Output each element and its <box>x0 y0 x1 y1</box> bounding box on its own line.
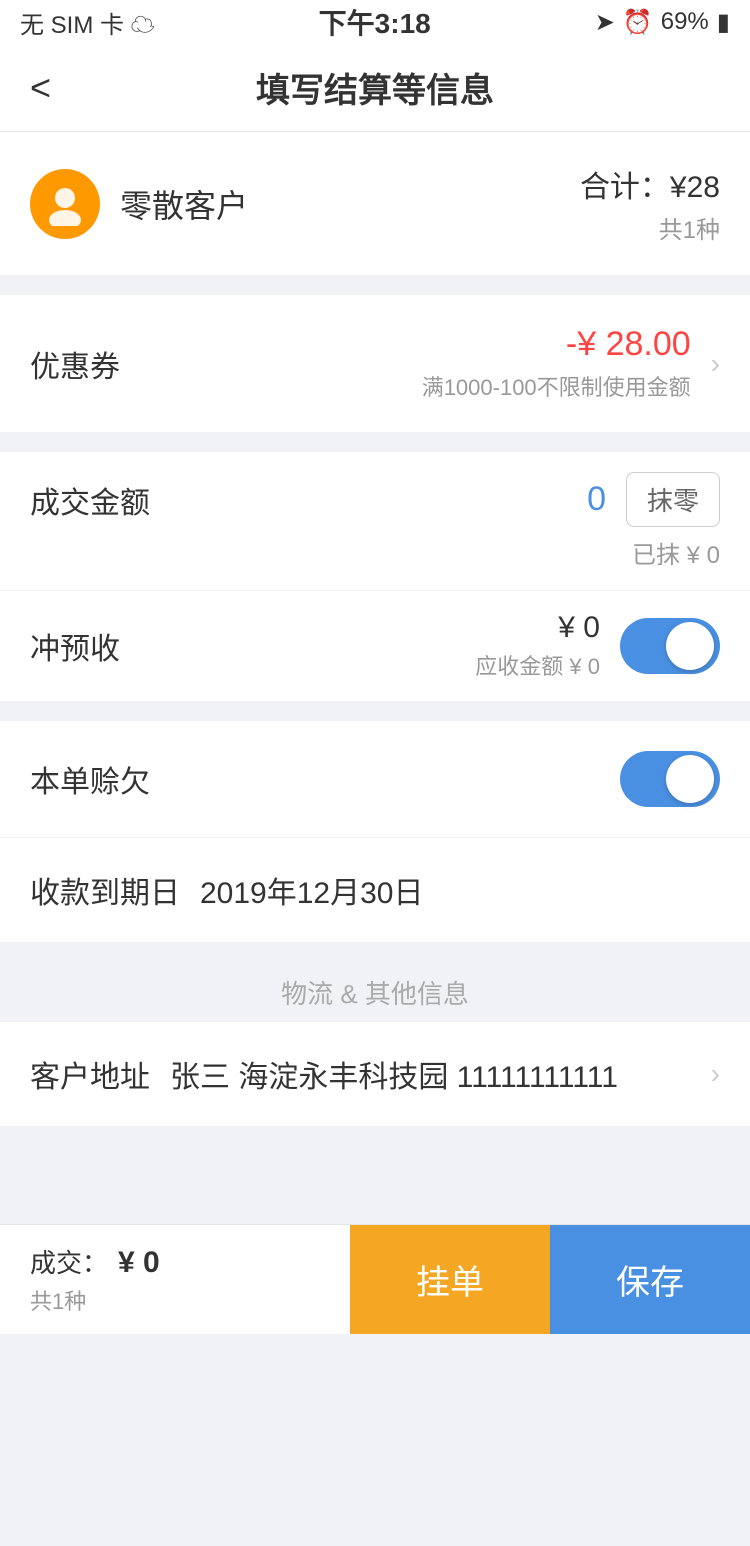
coupon-section: 优惠券 -¥ 28.00 满1000-100不限制使用金额 › <box>0 295 750 432</box>
due-date-section: 收款到期日 2019年12月30日 <box>0 837 750 942</box>
coupon-chevron-icon: › <box>711 348 720 380</box>
prepay-item: 冲预收 ¥ 0 应收金额 ¥ 0 <box>0 591 750 701</box>
location-icon: ➤ <box>595 8 615 37</box>
bottom-deal-count: 共1种 <box>30 1284 320 1316</box>
logistics-label: 物流 & 其他信息 <box>281 974 469 1011</box>
address-section[interactable]: 客户地址 张三 海淀永丰科技园 11111111111 › <box>0 1022 750 1126</box>
battery-icon: ▮ <box>717 8 730 37</box>
due-date-value[interactable]: 2019年12月30日 <box>200 868 423 912</box>
prepay-sub-text: 应收金额 ¥ 0 <box>475 649 600 681</box>
customer-name: 零散客户 <box>120 181 248 227</box>
deal-row-1: 成交金额 0 抹零 <box>30 472 720 527</box>
credit-toggle[interactable] <box>620 751 720 807</box>
back-button[interactable]: < <box>30 67 51 109</box>
toggle-knob <box>666 622 714 670</box>
coupon-discount: -¥ 28.00 <box>422 325 691 364</box>
nav-bar: < 填写结算等信息 <box>0 44 750 132</box>
bottom-deal-amount: ¥ 0 <box>118 1246 160 1280</box>
coupon-item[interactable]: 优惠券 -¥ 28.00 满1000-100不限制使用金额 › <box>0 295 750 432</box>
credit-label: 本单赊欠 <box>30 757 150 801</box>
customer-section: 零散客户 合计：¥28 共1种 <box>0 132 750 275</box>
address-value: 张三 海淀永丰科技园 11111111111 <box>170 1052 711 1096</box>
address-label: 客户地址 <box>30 1052 150 1096</box>
divider-4 <box>0 942 750 962</box>
credit-section: 本单赊欠 <box>0 721 750 837</box>
bottom-info: 成交： ¥ 0 共1种 <box>0 1243 350 1316</box>
deal-sub-text: 已抹 ¥ 0 <box>30 535 720 570</box>
total-count: 共1种 <box>580 210 720 245</box>
divider-3 <box>0 701 750 721</box>
prepay-amount: ¥ 0 应收金额 ¥ 0 <box>475 611 600 681</box>
logistics-divider: 物流 & 其他信息 <box>0 962 750 1022</box>
bottom-actions: 挂单 保存 <box>350 1225 750 1334</box>
prepay-value-area: ¥ 0 应收金额 ¥ 0 <box>475 611 720 681</box>
coupon-desc: 满1000-100不限制使用金额 <box>422 370 691 402</box>
prepay-row-1: 冲预收 ¥ 0 应收金额 ¥ 0 <box>30 611 720 681</box>
customer-left: 零散客户 <box>30 169 248 239</box>
address-left: 客户地址 张三 海淀永丰科技园 11111111111 <box>30 1052 711 1096</box>
page-title: 填写结算等信息 <box>256 63 494 112</box>
total-amount: 合计：¥28 <box>580 162 720 206</box>
round-zero-button[interactable]: 抹零 <box>626 472 720 527</box>
deal-amount-item: 成交金额 0 抹零 已抹 ¥ 0 <box>0 452 750 591</box>
divider-2 <box>0 432 750 452</box>
due-date-label: 收款到期日 <box>30 868 180 912</box>
bottom-deal-label: 成交： <box>30 1243 108 1280</box>
coupon-value-area: -¥ 28.00 满1000-100不限制使用金额 › <box>422 325 720 402</box>
deal-amount-value[interactable]: 0 <box>546 480 606 519</box>
battery-level: 69% <box>661 8 709 36</box>
coupon-label: 优惠券 <box>30 342 120 386</box>
address-chevron-icon: › <box>711 1058 720 1090</box>
alarm-icon: ⏰ <box>623 8 653 37</box>
avatar <box>30 169 100 239</box>
deal-input-area: 0 抹零 <box>546 472 720 527</box>
deal-amount-label: 成交金额 <box>30 478 150 522</box>
prepay-main-amount: ¥ 0 <box>475 611 600 645</box>
customer-right: 合计：¥28 共1种 <box>580 162 720 245</box>
coupon-value: -¥ 28.00 满1000-100不限制使用金额 <box>422 325 691 402</box>
prepay-toggle[interactable] <box>620 618 720 674</box>
save-button[interactable]: 保存 <box>550 1225 750 1334</box>
status-bar: 无 SIM 卡 ☁ 下午3:18 ➤ ⏰ 69% ▮ <box>0 0 750 44</box>
status-time: 下午3:18 <box>319 2 431 42</box>
bottom-bar: 成交： ¥ 0 共1种 挂单 保存 <box>0 1224 750 1334</box>
credit-toggle-knob <box>666 755 714 803</box>
deal-section: 成交金额 0 抹零 已抹 ¥ 0 冲预收 ¥ 0 应收金额 ¥ 0 <box>0 452 750 701</box>
status-left: 无 SIM 卡 ☁ <box>20 5 155 40</box>
hang-button[interactable]: 挂单 <box>350 1225 550 1334</box>
status-right: ➤ ⏰ 69% ▮ <box>595 8 730 37</box>
sim-status: 无 SIM 卡 ☁ <box>20 5 155 40</box>
prepay-label: 冲预收 <box>30 624 120 668</box>
divider-1 <box>0 275 750 295</box>
